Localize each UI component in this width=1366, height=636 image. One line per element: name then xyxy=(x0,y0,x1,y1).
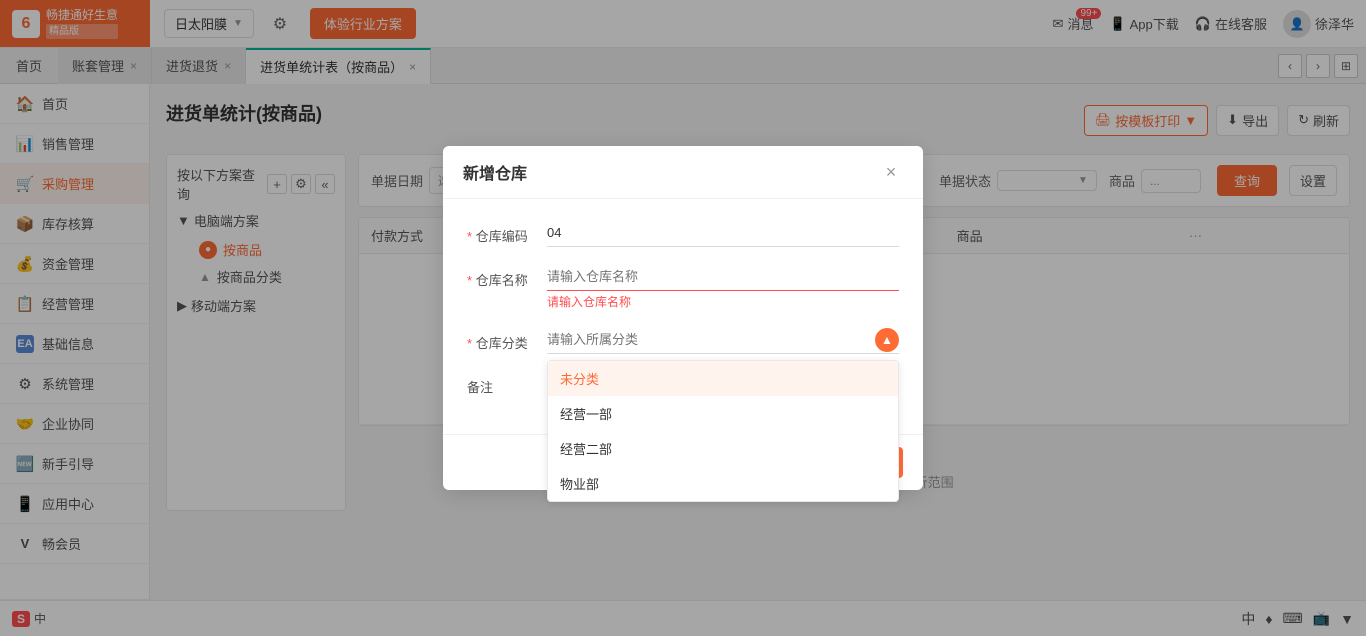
category-dropdown-toggle[interactable]: ▲ xyxy=(875,328,899,352)
warehouse-code-control xyxy=(547,219,899,247)
modal-title: 新增仓库 xyxy=(463,160,527,184)
warehouse-code-label: * 仓库编码 xyxy=(467,219,547,245)
modal-close-icon[interactable]: × xyxy=(879,160,903,184)
warehouse-name-error: 请输入仓库名称 xyxy=(547,293,899,310)
form-row-name: * 仓库名称 请输入仓库名称 xyxy=(467,263,899,310)
category-dropdown: 未分类 经营一部 经营二部 物业部 xyxy=(547,360,899,502)
modal-header: 新增仓库 × xyxy=(443,146,923,199)
dropdown-option-dept3[interactable]: 物业部 xyxy=(548,466,898,501)
warehouse-name-input[interactable] xyxy=(547,263,899,291)
warehouse-category-label: * 仓库分类 xyxy=(467,326,547,352)
warehouse-code-input[interactable] xyxy=(547,219,899,247)
warehouse-name-control: 请输入仓库名称 xyxy=(547,263,899,310)
dropdown-option-dept1[interactable]: 经营一部 xyxy=(548,396,898,431)
warehouse-category-control: ▲ 未分类 经营一部 经营二部 物业部 xyxy=(547,326,899,354)
warehouse-name-label: * 仓库名称 xyxy=(467,263,547,289)
warehouse-category-input[interactable] xyxy=(547,326,899,354)
form-row-code: * 仓库编码 xyxy=(467,219,899,247)
new-warehouse-modal: 新增仓库 × * 仓库编码 * 仓库名称 xyxy=(443,146,923,490)
form-row-category: * 仓库分类 ▲ 未分类 经营一部 经营二部 物业部 xyxy=(467,326,899,354)
note-label: 备注 xyxy=(467,370,547,396)
modal-overlay: 新增仓库 × * 仓库编码 * 仓库名称 xyxy=(0,0,1366,636)
modal-body: * 仓库编码 * 仓库名称 请输入仓库名称 xyxy=(443,199,923,434)
dropdown-option-uncategorized[interactable]: 未分类 xyxy=(548,361,898,396)
dropdown-option-dept2[interactable]: 经营二部 xyxy=(548,431,898,466)
